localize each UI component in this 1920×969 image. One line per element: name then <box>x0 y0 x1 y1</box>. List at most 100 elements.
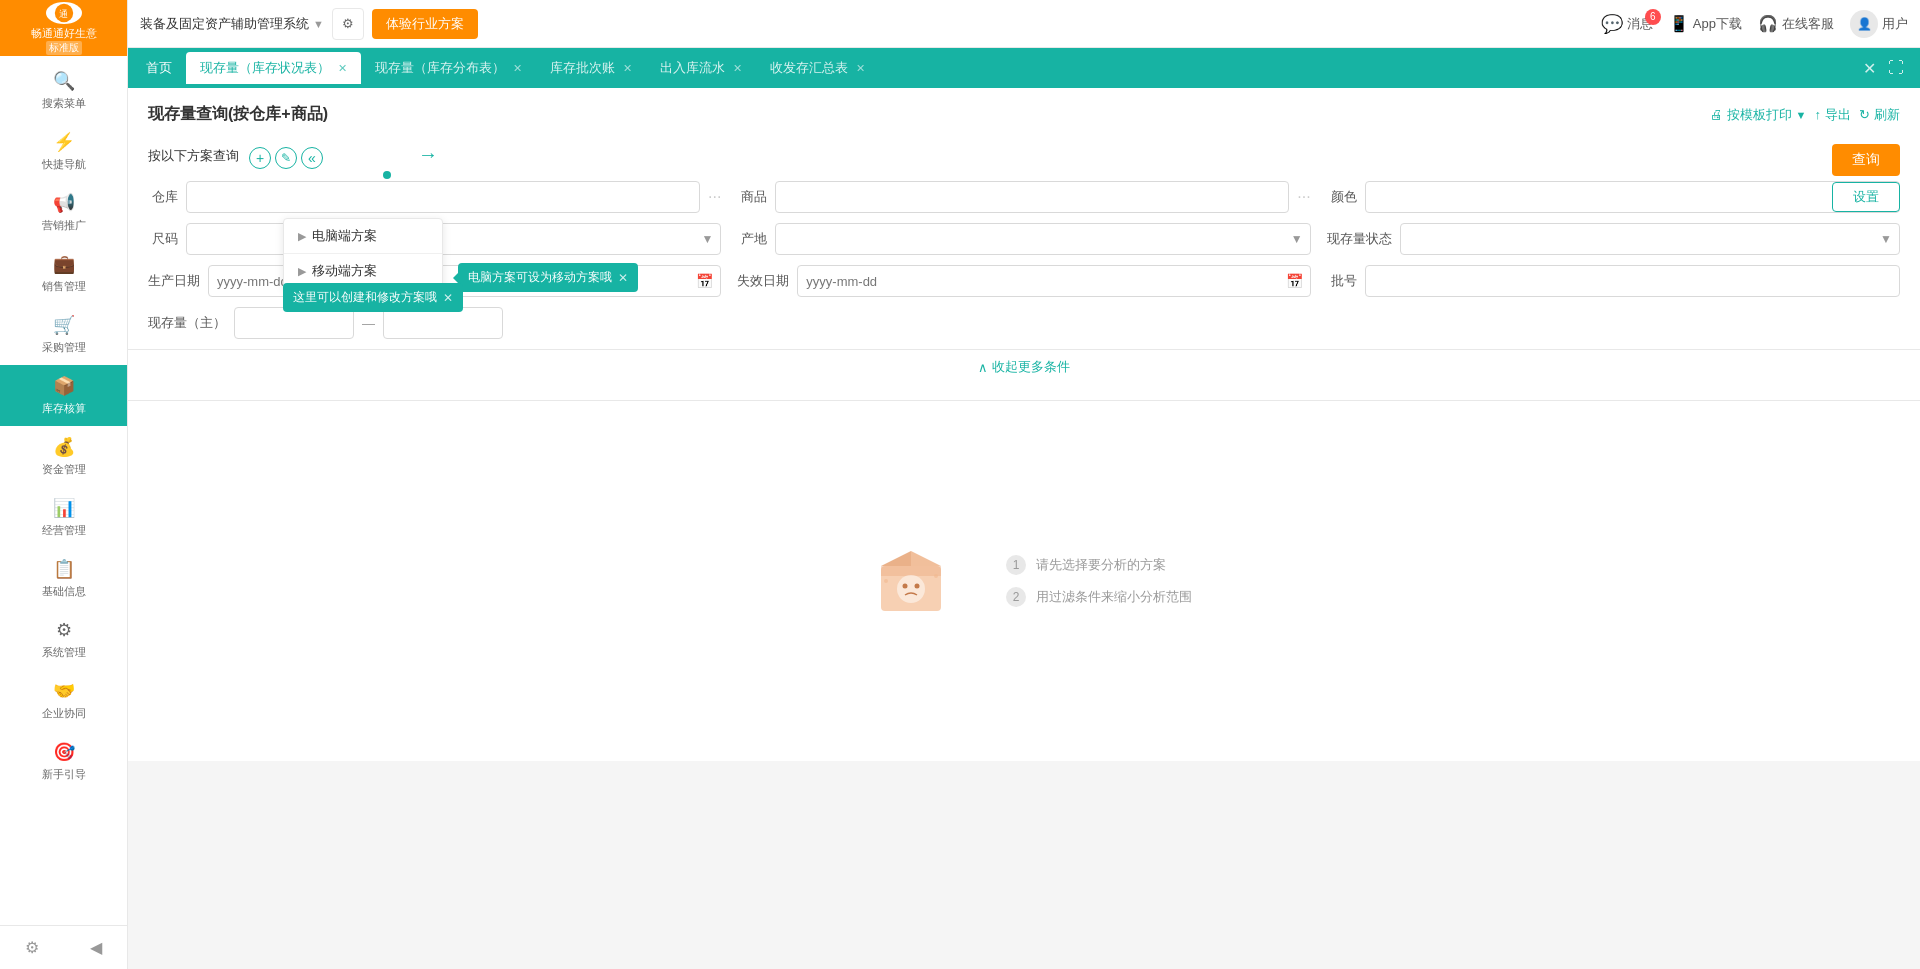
close-all-tabs-btn[interactable]: ✕ <box>1859 57 1880 80</box>
tab-inventory-status[interactable]: 现存量（库存状况表） ✕ <box>186 52 361 84</box>
print-template-btn[interactable]: 🖨 按模板打印 ▼ <box>1710 106 1807 124</box>
sidebar-item-search[interactable]: 🔍 搜索菜单 <box>0 60 127 121</box>
sidebar-item-sales[interactable]: 💼 销售管理 <box>0 243 127 304</box>
sidebar-label-inventory: 库存核算 <box>42 401 86 416</box>
query-button[interactable]: 查询 <box>1832 144 1900 176</box>
tooltip-2-close[interactable]: ✕ <box>443 291 453 305</box>
sidebar-label-enterprise: 企业协同 <box>42 706 86 721</box>
settings-query-btn[interactable]: 设置 <box>1832 182 1900 212</box>
sidebar-item-enterprise[interactable]: 🤝 企业协同 <box>0 670 127 731</box>
sidebar-label-search: 搜索菜单 <box>42 96 86 111</box>
sidebar-item-quick-nav[interactable]: ⚡ 快捷导航 <box>0 121 127 182</box>
expiry-date-input[interactable] <box>797 265 1310 297</box>
inventory-status-select[interactable] <box>1400 223 1900 255</box>
scheme-pc-item[interactable]: ▶ 电脑端方案 <box>284 219 442 254</box>
batch-no-field: 批号 <box>1327 265 1900 297</box>
tab-close-inout-flow[interactable]: ✕ <box>733 62 742 75</box>
app-download-wrap[interactable]: 📱 App下载 <box>1669 14 1742 33</box>
sidebar-item-operations[interactable]: 📊 经营管理 <box>0 487 127 548</box>
sidebar-item-inventory[interactable]: 📦 库存核算 <box>0 365 127 426</box>
edit-scheme-btn[interactable]: ✎ <box>275 147 297 169</box>
page-title: 现存量查询(按仓库+商品) <box>148 104 328 125</box>
sidebar-item-basic-info[interactable]: 📋 基础信息 <box>0 548 127 609</box>
tab-close-batch[interactable]: ✕ <box>623 62 632 75</box>
step-1-num: 1 <box>1006 555 1026 575</box>
finance-icon: 💰 <box>53 436 75 458</box>
add-scheme-btn[interactable]: + <box>249 147 271 169</box>
color-field: 颜色 ▼ <box>1327 181 1900 213</box>
export-btn[interactable]: ↑ 导出 <box>1815 106 1852 124</box>
tab-close-recv-send[interactable]: ✕ <box>856 62 865 75</box>
svg-point-8 <box>915 584 920 589</box>
user-wrap[interactable]: 👤 用户 <box>1850 10 1908 38</box>
goods-dots[interactable]: ··· <box>1297 188 1310 206</box>
action-buttons: 查询 设置 <box>1832 144 1900 212</box>
solution-button[interactable]: 体验行业方案 <box>372 9 478 39</box>
batch-no-input[interactable] <box>1365 265 1900 297</box>
collapse-btn[interactable]: ∧ 收起更多条件 <box>148 350 1900 384</box>
system-settings-btn[interactable]: ⚙ <box>332 8 364 40</box>
tab-inventory-dist[interactable]: 现存量（库存分布表） ✕ <box>361 52 536 84</box>
message-icon: 💬 <box>1601 13 1623 35</box>
chevron-down-icon: ▼ <box>313 18 324 30</box>
sidebar-item-guide[interactable]: 🎯 新手引导 <box>0 731 127 792</box>
tab-right-buttons: ✕ ⛶ <box>1851 57 1916 80</box>
collapse-up-icon: ∧ <box>978 360 988 375</box>
tab-home[interactable]: 首页 <box>132 52 186 84</box>
origin-field: 产地 ▼ <box>737 223 1310 255</box>
query-area: 现存量查询(按仓库+商品) 🖨 按模板打印 ▼ ↑ 导出 ↻ 刷新 <box>128 88 1920 401</box>
tab-inout-flow[interactable]: 出入库流水 ✕ <box>646 52 756 84</box>
sidebar-item-purchase[interactable]: 🛒 采购管理 <box>0 304 127 365</box>
message-badge: 6 <box>1645 9 1661 25</box>
tab-inventory-dist-label: 现存量（库存分布表） <box>375 59 505 77</box>
enterprise-icon: 🤝 <box>53 680 75 702</box>
warehouse-dots[interactable]: ··· <box>708 188 721 206</box>
settings-bottom-btn[interactable]: ⚙ <box>21 934 43 961</box>
logo-icon: 通 <box>46 2 82 24</box>
online-service-wrap[interactable]: 🎧 在线客服 <box>1758 14 1834 33</box>
goods-input[interactable] <box>775 181 1289 213</box>
step-1-text: 请先选择要分析的方案 <box>1036 556 1166 574</box>
sidebar-item-finance[interactable]: 💰 资金管理 <box>0 426 127 487</box>
tab-recv-send-label: 收发存汇总表 <box>770 59 848 77</box>
svg-point-7 <box>903 584 908 589</box>
prev-scheme-btn[interactable]: « <box>301 147 323 169</box>
refresh-btn[interactable]: ↻ 刷新 <box>1859 106 1900 124</box>
tab-close-inventory-dist[interactable]: ✕ <box>513 62 522 75</box>
production-date-label: 生产日期 <box>148 272 200 290</box>
inventory-status-field: 现存量状态 ▼ <box>1327 223 1900 255</box>
app-name: 畅通通好生意 <box>31 26 97 41</box>
dot-indicator <box>383 171 391 179</box>
origin-select-wrap: ▼ <box>775 223 1310 255</box>
sidebar-item-marketing[interactable]: 📢 营销推广 <box>0 182 127 243</box>
sidebar-label-guide: 新手引导 <box>42 767 86 782</box>
sidebar-label-system: 系统管理 <box>42 645 86 660</box>
query-label-text: 按以下方案查询 <box>148 147 239 165</box>
tab-bar: 首页 现存量（库存状况表） ✕ 现存量（库存分布表） ✕ 库存批次账 ✕ 出入库… <box>128 48 1920 88</box>
warehouse-input[interactable] <box>186 181 700 213</box>
sidebar-label-operations: 经营管理 <box>42 523 86 538</box>
sales-icon: 💼 <box>53 253 75 275</box>
range-separator: — <box>362 316 375 331</box>
tab-inout-flow-label: 出入库流水 <box>660 59 725 77</box>
collapse-row-wrap: ∧ 收起更多条件 <box>128 349 1920 384</box>
tooltip-1-close[interactable]: ✕ <box>618 271 628 285</box>
color-select[interactable] <box>1365 181 1900 213</box>
search-nav-icon: 🔍 <box>53 70 75 92</box>
origin-select[interactable] <box>775 223 1310 255</box>
tab-close-inventory-status[interactable]: ✕ <box>338 62 347 75</box>
svg-point-6 <box>897 575 925 603</box>
empty-step-1: 1 请先选择要分析的方案 <box>1006 555 1192 575</box>
message-wrap[interactable]: 💬 6 消息 <box>1601 13 1653 35</box>
collapse-sidebar-btn[interactable]: ◀ <box>86 934 106 961</box>
step-2-num: 2 <box>1006 587 1026 607</box>
page-title-row: 现存量查询(按仓库+商品) 🖨 按模板打印 ▼ ↑ 导出 ↻ 刷新 <box>148 104 1900 125</box>
tab-batch[interactable]: 库存批次账 ✕ <box>536 52 646 84</box>
sidebar-item-system[interactable]: ⚙ 系统管理 <box>0 609 127 670</box>
chevron-down-icon: ▼ <box>1796 109 1807 121</box>
header-right: 💬 6 消息 📱 App下载 🎧 在线客服 👤 用户 <box>1601 10 1908 38</box>
size-select[interactable] <box>186 223 721 255</box>
sidebar: 通 畅通通好生意 标准版 🔍 搜索菜单 ⚡ 快捷导航 📢 营销推广 💼 销售管理… <box>0 0 128 969</box>
tab-recv-send[interactable]: 收发存汇总表 ✕ <box>756 52 879 84</box>
fullscreen-btn[interactable]: ⛶ <box>1884 57 1908 79</box>
